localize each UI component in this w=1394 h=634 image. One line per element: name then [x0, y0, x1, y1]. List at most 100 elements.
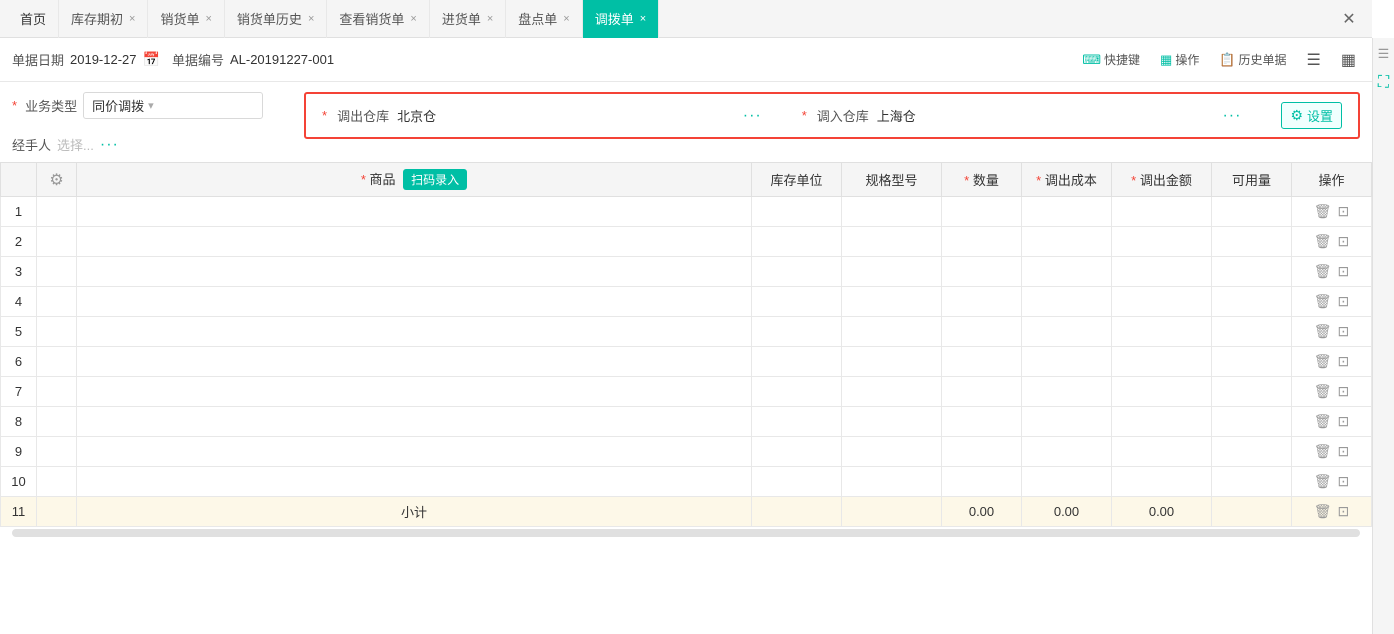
row-amount-cell[interactable] — [1112, 377, 1212, 407]
tab-inventory-open-close[interactable]: × — [129, 13, 135, 25]
row-spec-cell[interactable] — [842, 257, 942, 287]
row-cost-cell[interactable] — [1022, 227, 1112, 257]
row-spec-cell[interactable] — [842, 317, 942, 347]
row-unit-cell[interactable] — [752, 377, 842, 407]
out-warehouse-ellipsis[interactable]: ··· — [743, 107, 762, 125]
row-product-cell[interactable] — [77, 197, 752, 227]
row-unit-cell[interactable] — [752, 257, 842, 287]
tab-inventory-count-close[interactable]: × — [563, 13, 569, 25]
row-unit-cell[interactable] — [752, 437, 842, 467]
row-amount-cell[interactable] — [1112, 407, 1212, 437]
row-cost-cell[interactable] — [1022, 197, 1112, 227]
delete-icon[interactable]: 🗑 — [1314, 383, 1332, 400]
tab-sales-history-close[interactable]: × — [308, 13, 314, 25]
copy-icon[interactable]: ⊡ — [1338, 383, 1350, 400]
grid-action[interactable]: ▦ — [1337, 48, 1360, 72]
row-product-cell[interactable] — [77, 407, 752, 437]
row-product-cell[interactable] — [77, 377, 752, 407]
delete-icon[interactable]: 🗑 — [1314, 323, 1332, 340]
tab-view-sales-close[interactable]: × — [410, 13, 416, 25]
tab-inventory-open[interactable]: 库存期初 × — [59, 0, 148, 38]
tab-transfer-order-close[interactable]: × — [640, 13, 646, 25]
row-spec-cell[interactable] — [842, 377, 942, 407]
row-cost-cell[interactable] — [1022, 287, 1112, 317]
delete-icon[interactable]: 🗑 — [1314, 413, 1332, 430]
row-product-cell[interactable] — [77, 347, 752, 377]
row-unit-cell[interactable] — [752, 347, 842, 377]
tab-sales-order[interactable]: 销货单 × — [148, 0, 224, 38]
row-spec-cell[interactable] — [842, 227, 942, 257]
in-warehouse-ellipsis[interactable]: ··· — [1222, 107, 1241, 125]
row-qty-cell[interactable] — [942, 197, 1022, 227]
row-unit-cell[interactable] — [752, 197, 842, 227]
row-product-cell[interactable] — [77, 287, 752, 317]
tab-purchase-order-close[interactable]: × — [487, 13, 493, 25]
row-unit-cell[interactable] — [752, 287, 842, 317]
row-spec-cell[interactable] — [842, 467, 942, 497]
row-spec-cell[interactable] — [842, 407, 942, 437]
copy-icon[interactable]: ⊡ — [1338, 413, 1350, 430]
copy-icon[interactable]: ⊡ — [1338, 263, 1350, 280]
row-cost-cell[interactable] — [1022, 257, 1112, 287]
row-amount-cell[interactable] — [1112, 347, 1212, 377]
row-unit-cell[interactable] — [752, 467, 842, 497]
row-cost-cell[interactable] — [1022, 407, 1112, 437]
row-unit-cell[interactable] — [752, 227, 842, 257]
delete-icon[interactable]: 🗑 — [1314, 443, 1332, 460]
row-qty-cell[interactable] — [942, 287, 1022, 317]
tab-purchase-order[interactable]: 进货单 × — [430, 0, 506, 38]
row-qty-cell[interactable] — [942, 467, 1022, 497]
sidebar-expand-icon[interactable]: ⛶ — [1378, 74, 1389, 92]
tab-inventory-count[interactable]: 盘点单 × — [506, 0, 582, 38]
row-qty-cell[interactable] — [942, 317, 1022, 347]
row-cost-cell[interactable] — [1022, 467, 1112, 497]
history-action[interactable]: 📋 历史单据 — [1215, 49, 1290, 70]
copy-icon[interactable]: ⊡ — [1338, 353, 1350, 370]
row-cost-cell[interactable] — [1022, 377, 1112, 407]
row-qty-cell[interactable] — [942, 227, 1022, 257]
operation-action[interactable]: ▦ 操作 — [1156, 49, 1203, 70]
row-qty-cell[interactable] — [942, 377, 1022, 407]
row-cost-cell[interactable] — [1022, 317, 1112, 347]
tab-sales-history[interactable]: 销货单历史 × — [225, 0, 327, 38]
row-amount-cell[interactable] — [1112, 437, 1212, 467]
row-product-cell[interactable] — [77, 467, 752, 497]
row-qty-cell[interactable] — [942, 407, 1022, 437]
business-type-select[interactable]: 同价调拨 ▾ — [83, 92, 263, 119]
copy-icon[interactable]: ⊡ — [1338, 323, 1350, 340]
copy-icon[interactable]: ⊡ — [1338, 503, 1350, 520]
copy-icon[interactable]: ⊡ — [1338, 233, 1350, 250]
copy-icon[interactable]: ⊡ — [1338, 293, 1350, 310]
row-amount-cell[interactable] — [1112, 227, 1212, 257]
row-product-cell[interactable] — [77, 317, 752, 347]
row-spec-cell[interactable] — [842, 437, 942, 467]
row-amount-cell[interactable] — [1112, 287, 1212, 317]
person-ellipsis-btn[interactable]: ··· — [100, 136, 119, 154]
row-amount-cell[interactable] — [1112, 317, 1212, 347]
copy-icon[interactable]: ⊡ — [1338, 203, 1350, 220]
tab-home[interactable]: 首页 — [8, 0, 59, 38]
row-spec-cell[interactable] — [842, 197, 942, 227]
row-product-cell[interactable] — [77, 257, 752, 287]
delete-icon[interactable]: 🗑 — [1314, 353, 1332, 370]
row-unit-cell[interactable] — [752, 317, 842, 347]
delete-icon[interactable]: 🗑 — [1314, 263, 1332, 280]
delete-icon[interactable]: 🗑 — [1314, 203, 1332, 220]
tab-sales-order-close[interactable]: × — [205, 13, 211, 25]
table-settings-icon[interactable]: ⚙ — [49, 172, 63, 189]
tab-view-sales[interactable]: 查看销货单 × — [327, 0, 429, 38]
scan-button[interactable]: 扫码录入 — [403, 169, 467, 190]
row-spec-cell[interactable] — [842, 287, 942, 317]
calendar-icon[interactable]: 📅 — [143, 51, 160, 68]
row-qty-cell[interactable] — [942, 257, 1022, 287]
settings-button[interactable]: ⚙ 设置 — [1281, 102, 1342, 129]
row-spec-cell[interactable] — [842, 347, 942, 377]
row-qty-cell[interactable] — [942, 347, 1022, 377]
shortcut-action[interactable]: ⌨ 快捷键 — [1078, 49, 1144, 70]
layout-action[interactable]: ☰ — [1303, 48, 1325, 72]
tab-transfer-order[interactable]: 调拨单 × — [583, 0, 659, 38]
person-placeholder[interactable]: 选择... — [57, 135, 94, 154]
delete-icon[interactable]: 🗑 — [1314, 503, 1332, 520]
copy-icon[interactable]: ⊡ — [1338, 473, 1350, 490]
delete-icon[interactable]: 🗑 — [1314, 293, 1332, 310]
